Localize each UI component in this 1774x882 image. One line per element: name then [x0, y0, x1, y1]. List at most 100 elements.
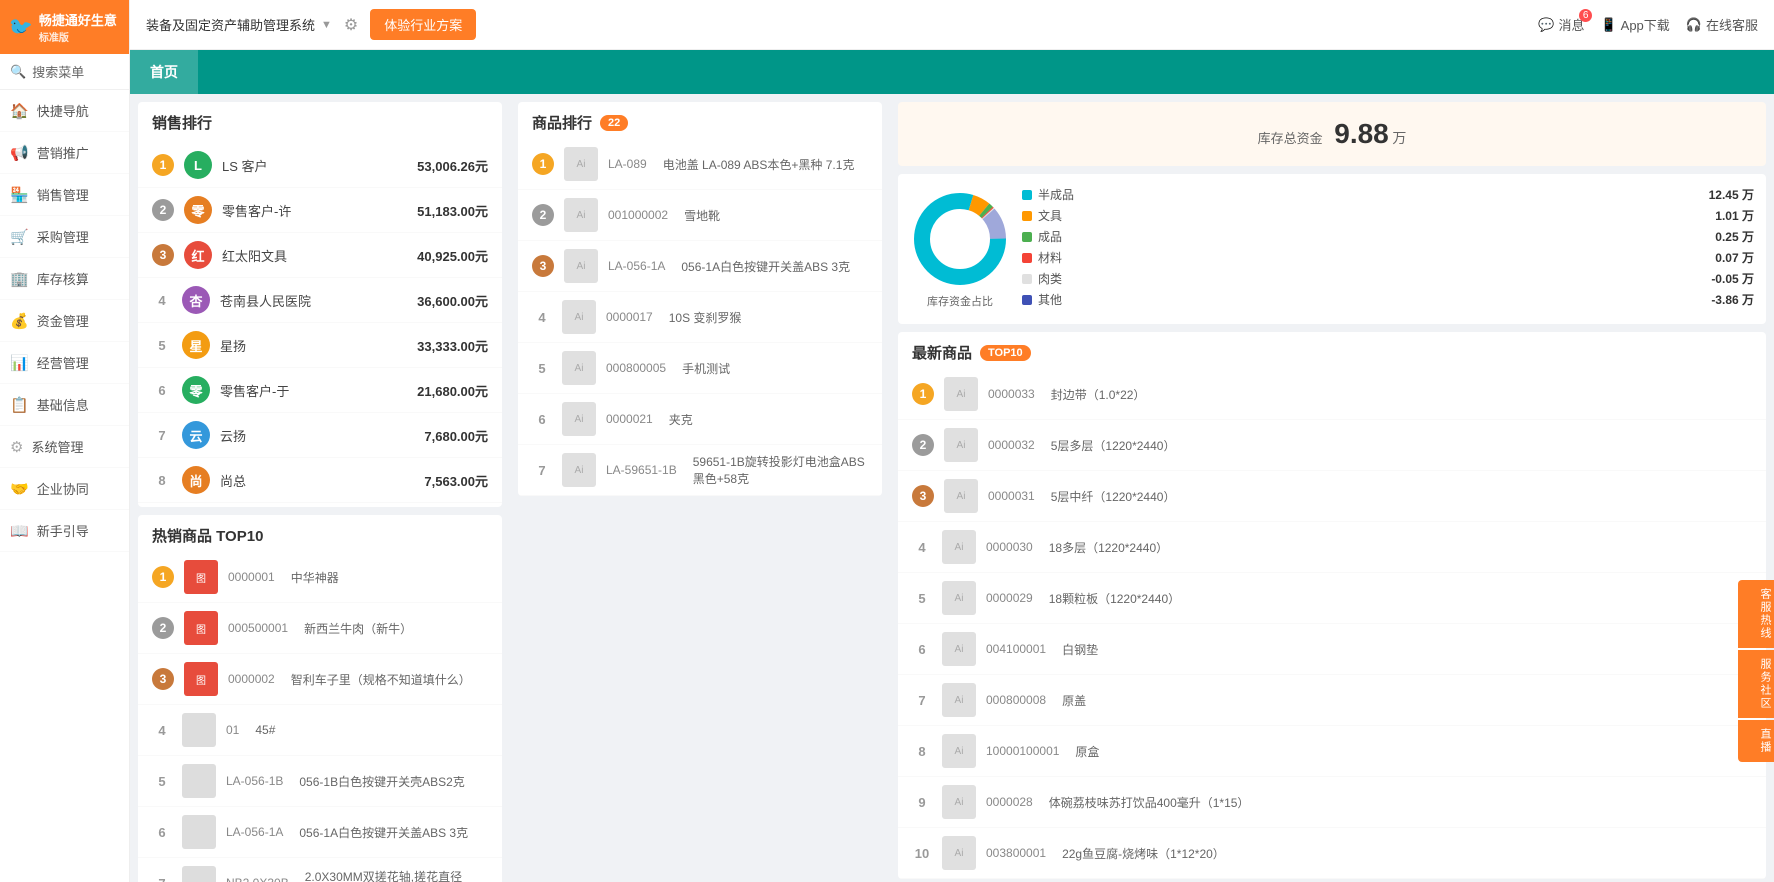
rank-amount: 21,680.00元	[417, 381, 488, 400]
legend-dot	[1022, 295, 1032, 305]
rank-name: 星扬	[220, 336, 407, 355]
product-name: 新西兰牛肉（新牛）	[304, 620, 488, 637]
float-btn-community[interactable]: 服务社区	[1738, 650, 1774, 718]
new-product-name: 白钢垫	[1062, 641, 1752, 658]
legend-value: 12.45 万	[1709, 186, 1754, 203]
online-service-item[interactable]: 🎧 在线客服	[1686, 15, 1758, 34]
product-img-placeholder: Ai	[562, 300, 596, 334]
product-rank-name: 雪地靴	[684, 207, 868, 224]
rank-avatar: 红	[184, 241, 212, 269]
sidebar-item-system[interactable]: ⚙系统管理	[0, 426, 129, 468]
rank-medal-1: 1	[532, 153, 554, 175]
content-area: 销售排行 1 L LS 客户 53,006.26元 2 零 零售客户-许 51,…	[130, 94, 1774, 882]
product-img-placeholder: Ai	[562, 453, 596, 487]
legend-item: 成品 0.25 万	[1022, 228, 1754, 245]
sidebar-item-basic[interactable]: 📋基础信息	[0, 384, 129, 426]
service-icon: 🎧	[1686, 17, 1702, 33]
legend-value: -3.86 万	[1711, 291, 1754, 308]
nav-label-finance: 资金管理	[37, 311, 89, 330]
rank-item: 6 零 零售客户-于 21,680.00元	[138, 368, 502, 413]
new-product-name: 5层多层（1220*2440）	[1051, 437, 1752, 454]
product-ranking-badge: 22	[600, 115, 628, 131]
new-products-card: 最新商品 TOP10 1 Ai 0000033 封边带（1.0*22） 2 Ai…	[898, 332, 1766, 879]
sidebar-item-marketing[interactable]: 📢营销推广	[0, 132, 129, 174]
inventory-total: 库存总资金 9.88 万	[898, 102, 1766, 166]
nav-icon-system: ⚙	[10, 438, 23, 456]
hot-product-item: 5 LA-056-1B 056-1B白色按键开关壳ABS2克	[138, 756, 502, 807]
search-label: 搜索菜单	[32, 62, 84, 81]
nav-label-basic: 基础信息	[37, 395, 89, 414]
tab-bar: 首页	[130, 50, 1774, 94]
new-product-code: 10000100001	[986, 744, 1059, 758]
inventory-chart-section: 库存资金占比 半成品 12.45 万 文具 1.01 万 成品 0.25 万 材…	[898, 174, 1766, 324]
hot-products-card: 热销商品 TOP10 1 图 0000001 中华神器 2 图 00050000…	[138, 515, 502, 882]
new-product-item: 1 Ai 0000033 封边带（1.0*22）	[898, 369, 1766, 420]
rank-medal-2: 2	[532, 204, 554, 226]
legend-name: 材料	[1038, 249, 1709, 266]
new-product-img: Ai	[944, 428, 978, 462]
sales-ranking-card: 销售排行 1 L LS 客户 53,006.26元 2 零 零售客户-许 51,…	[138, 102, 502, 507]
message-badge-item[interactable]: 💬 消息 6	[1538, 15, 1584, 34]
legend-name: 成品	[1038, 228, 1709, 245]
product-code: 01	[226, 723, 239, 737]
rank-medal-3: 3	[152, 668, 174, 690]
product-name: 中华神器	[291, 569, 488, 586]
product-image-placeholder	[182, 866, 216, 882]
product-rank-name: 59651-1B旋转投影灯电池盒ABS黑色+58克	[693, 453, 868, 487]
legend-item: 文具 1.01 万	[1022, 207, 1754, 224]
sidebar-item-operations[interactable]: 📊经营管理	[0, 342, 129, 384]
legend-value: 1.01 万	[1715, 207, 1754, 224]
search-menu[interactable]: 🔍 搜索菜单	[0, 54, 129, 90]
float-btn-live[interactable]: 直播	[1738, 720, 1774, 762]
rank-amount: 36,600.00元	[417, 291, 488, 310]
app-download-item[interactable]: 📱 App下载	[1600, 15, 1669, 34]
sidebar-item-guide[interactable]: 📖新手引导	[0, 510, 129, 552]
rank-item: 8 尚 尚总 7,563.00元	[138, 458, 502, 503]
rank-num-9: 9	[912, 795, 932, 810]
message-icon: 💬	[1538, 17, 1554, 33]
new-products-badge: TOP10	[980, 345, 1031, 361]
float-btn-service[interactable]: 客服热线	[1738, 580, 1774, 648]
message-count: 6	[1579, 9, 1593, 22]
sidebar-item-purchase[interactable]: 🛒采购管理	[0, 216, 129, 258]
hot-product-item: 6 LA-056-1A 056-1A白色按键开关盖ABS 3克	[138, 807, 502, 858]
product-ranking-title: 商品排行 22	[518, 102, 882, 139]
main-area: 装备及固定资产辅助管理系统 ▼ ⚙ 体验行业方案 💬 消息 6 📱 App下载 …	[130, 0, 1774, 882]
product-img-placeholder: Ai	[564, 249, 598, 283]
nav-icon-finance: 💰	[10, 312, 29, 330]
settings-icon[interactable]: ⚙	[344, 15, 358, 35]
sidebar-item-finance[interactable]: 💰 资金管理	[0, 300, 129, 342]
rank-num-6: 6	[532, 412, 552, 427]
nav-label-operations: 经营管理	[37, 353, 89, 372]
new-product-name: 18颗粒板（1220*2440）	[1049, 590, 1752, 607]
donut-chart	[910, 189, 1010, 289]
new-product-img: Ai	[942, 581, 976, 615]
system-selector[interactable]: 装备及固定资产辅助管理系统 ▼	[146, 15, 332, 34]
rank-num-7: 7	[912, 693, 932, 708]
sidebar-item-sales[interactable]: 🏪销售管理	[0, 174, 129, 216]
rank-amount: 53,006.26元	[417, 156, 488, 175]
new-product-img: Ai	[942, 785, 976, 819]
product-rank-name: 10S 变刹罗猴	[669, 309, 868, 326]
rank-item: 5 星 星扬 33,333.00元	[138, 323, 502, 368]
rank-num-4: 4	[912, 540, 932, 555]
rank-num-5: 5	[152, 774, 172, 789]
nav-label-inventory: 库存核算	[37, 269, 89, 288]
col-mid: 商品排行 22 1 Ai LA-089 电池盖 LA-089 ABS本色+黑种 …	[510, 94, 890, 882]
new-product-item: 4 Ai 0000030 18多层（1220*2440）	[898, 522, 1766, 573]
sidebar-item-inventory[interactable]: 🏢库存核算	[0, 258, 129, 300]
legend-item: 肉类 -0.05 万	[1022, 270, 1754, 287]
rank-num-6: 6	[152, 383, 172, 398]
rank-amount: 33,333.00元	[417, 336, 488, 355]
product-code: 0000001	[228, 570, 275, 584]
inventory-value: 9.88	[1334, 118, 1389, 149]
hot-product-item: 1 图 0000001 中华神器	[138, 552, 502, 603]
tab-home[interactable]: 首页	[130, 50, 198, 94]
nav-icon-marketing: 📢	[10, 144, 29, 162]
sidebar-item-quicknav[interactable]: 🏠快捷导航	[0, 90, 129, 132]
sidebar-item-collab[interactable]: 🤝企业协同	[0, 468, 129, 510]
trial-button[interactable]: 体验行业方案	[370, 9, 476, 40]
chevron-down-icon: ▼	[321, 19, 332, 31]
product-name: 056-1B白色按键开关壳ABS2克	[299, 773, 488, 790]
product-code: 0000002	[228, 672, 275, 686]
